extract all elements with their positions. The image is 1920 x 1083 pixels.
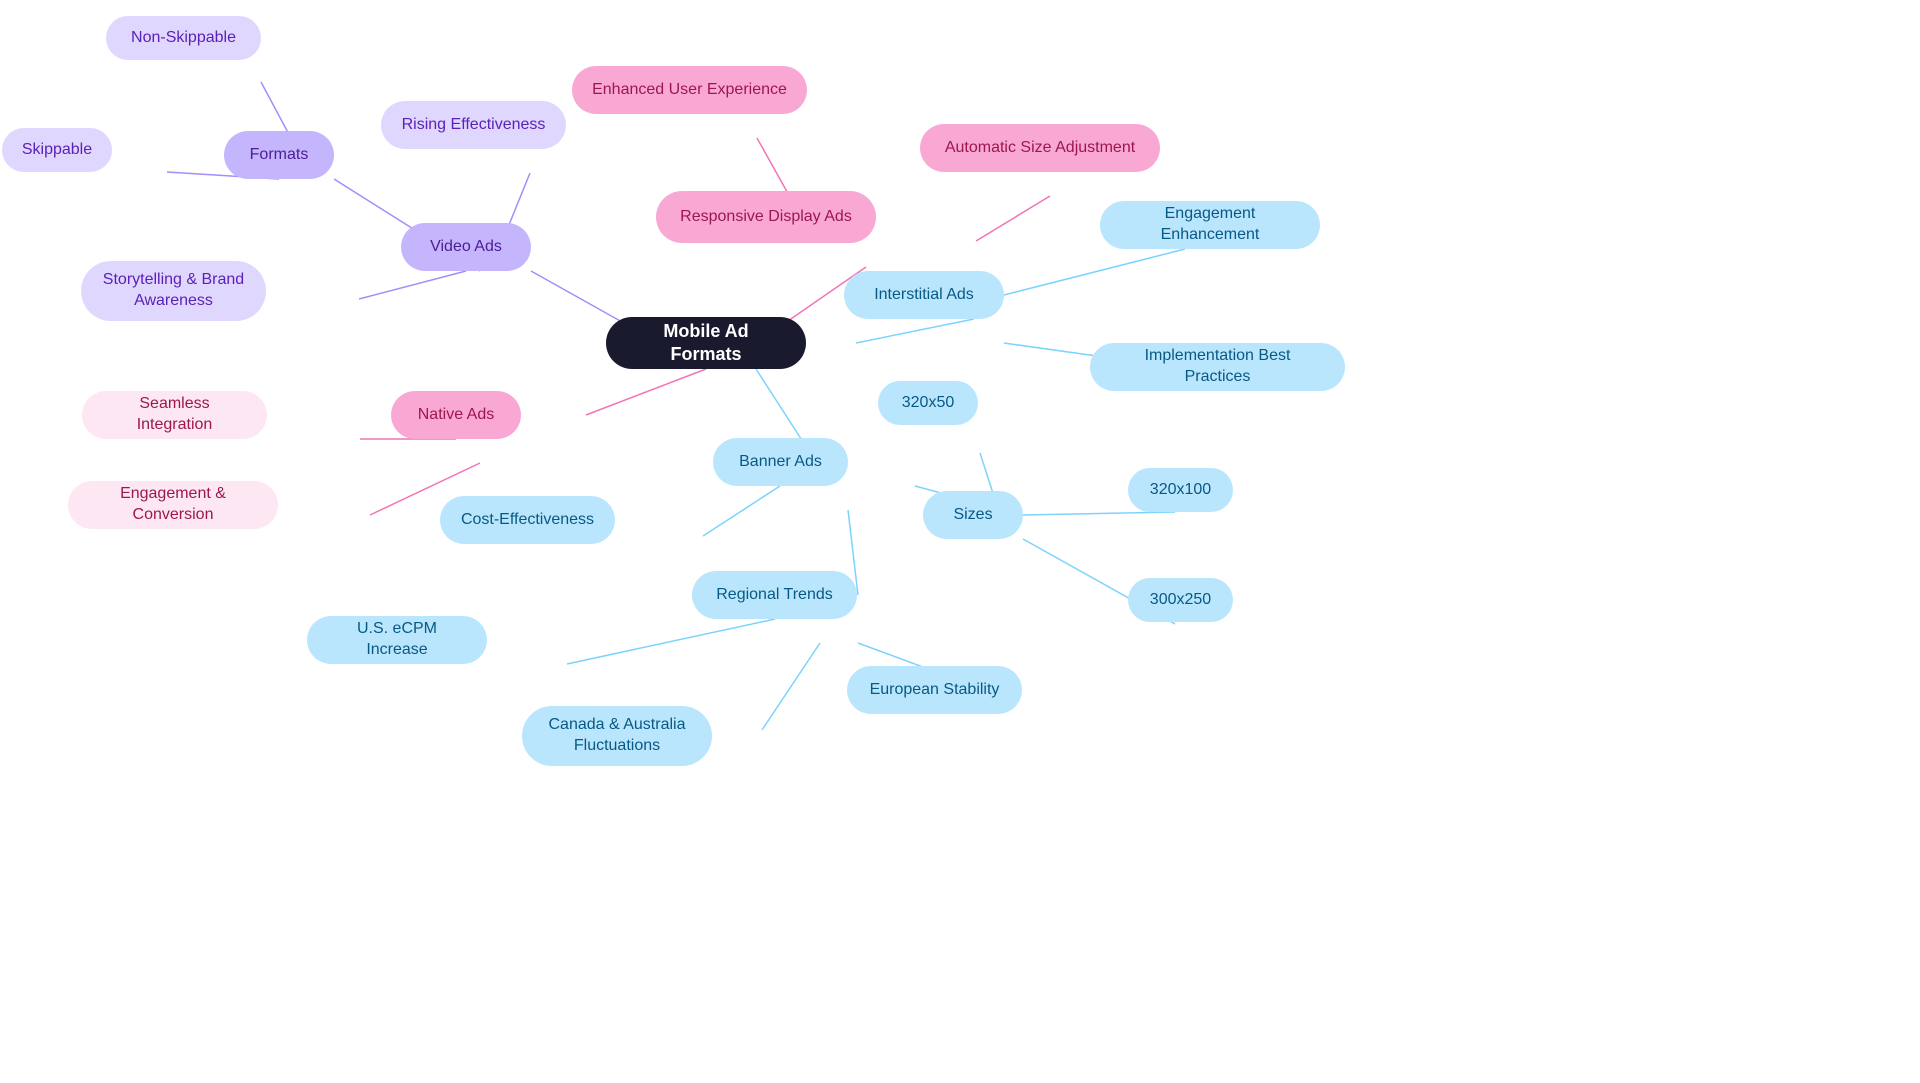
size-300x250-node: 300x250 xyxy=(1128,578,1233,622)
canada-australia-node: Canada & Australia Fluctuations xyxy=(522,706,712,766)
skippable-node: Skippable xyxy=(2,128,112,172)
engagement-conversion-node: Engagement & Conversion xyxy=(68,481,278,529)
engagement-enhancement-node: Engagement Enhancement xyxy=(1100,201,1320,249)
banner-ads-node: Banner Ads xyxy=(713,438,848,486)
size-320x100-node: 320x100 xyxy=(1128,468,1233,512)
implementation-best-practices-node: Implementation Best Practices xyxy=(1090,343,1345,391)
native-ads-node: Native Ads xyxy=(391,391,521,439)
european-stability-node: European Stability xyxy=(847,666,1022,714)
interstitial-ads-node: Interstitial Ads xyxy=(844,271,1004,319)
seamless-integration-node: Seamless Integration xyxy=(82,391,267,439)
responsive-display-ads-node: Responsive Display Ads xyxy=(656,191,876,243)
video-ads-node: Video Ads xyxy=(401,223,531,271)
us-ecpm-increase-node: U.S. eCPM Increase xyxy=(307,616,487,664)
automatic-size-adjustment-node: Automatic Size Adjustment xyxy=(920,124,1160,172)
storytelling-node: Storytelling & Brand Awareness xyxy=(81,261,266,321)
enhanced-user-experience-node: Enhanced User Experience xyxy=(572,66,807,114)
sizes-node: Sizes xyxy=(923,491,1023,539)
center-node: Mobile Ad Formats xyxy=(606,317,806,369)
cost-effectiveness-node: Cost-Effectiveness xyxy=(440,496,615,544)
formats-node: Formats xyxy=(224,131,334,179)
regional-trends-node: Regional Trends xyxy=(692,571,857,619)
non-skippable-node: Non-Skippable xyxy=(106,16,261,60)
rising-effectiveness-node: Rising Effectiveness xyxy=(381,101,566,149)
size-320x50-node: 320x50 xyxy=(878,381,978,425)
